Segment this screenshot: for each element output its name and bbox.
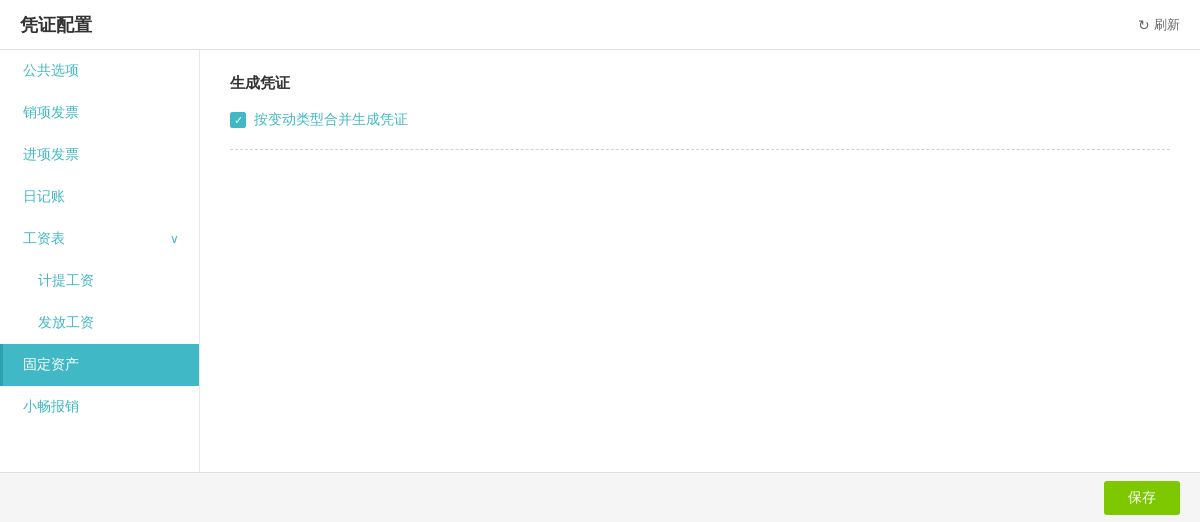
refresh-label: 刷新 — [1154, 16, 1180, 34]
sidebar-item-label: 固定资产 — [23, 356, 79, 374]
sidebar-item-public-options[interactable]: 公共选项 — [0, 50, 199, 92]
sidebar-item-label: 销项发票 — [23, 104, 79, 122]
sidebar-item-commission[interactable]: 计提工资 — [0, 260, 199, 302]
refresh-icon: ↻ — [1138, 17, 1150, 33]
save-button[interactable]: 保存 — [1104, 481, 1180, 515]
sidebar-item-purchase-invoice[interactable]: 进项发票 — [0, 134, 199, 176]
sidebar-item-fixed-assets[interactable]: 固定资产 — [0, 344, 199, 386]
merge-checkbox[interactable]: ✓ — [230, 112, 246, 128]
divider — [230, 149, 1170, 150]
sidebar-item-payroll[interactable]: 工资表 ∨ — [0, 218, 199, 260]
page-header: 凭证配置 ↻ 刷新 — [0, 0, 1200, 50]
sidebar-item-label: 发放工资 — [38, 314, 94, 332]
sidebar-item-expense[interactable]: 小畅报销 — [0, 386, 199, 428]
content-area: 生成凭证 ✓ 按变动类型合并生成凭证 — [200, 50, 1200, 472]
checkbox-row: ✓ 按变动类型合并生成凭证 — [230, 111, 1170, 129]
sidebar-item-label: 公共选项 — [23, 62, 79, 80]
check-mark-icon: ✓ — [234, 115, 243, 126]
sidebar: 公共选项销项发票进项发票日记账工资表 ∨ 计提工资发放工资固定资产小畅报销 — [0, 50, 200, 472]
sidebar-item-label: 计提工资 — [38, 272, 94, 290]
checkbox-label[interactable]: 按变动类型合并生成凭证 — [254, 111, 408, 129]
footer: 保存 — [0, 472, 1200, 522]
sidebar-item-label: 日记账 — [23, 188, 65, 206]
refresh-button[interactable]: ↻ 刷新 — [1138, 16, 1180, 34]
page-title: 凭证配置 — [20, 13, 92, 37]
sidebar-item-label: 小畅报销 — [23, 398, 79, 416]
sidebar-item-label: 进项发票 — [23, 146, 79, 164]
sidebar-item-label: 工资表 — [23, 230, 65, 248]
main-area: 公共选项销项发票进项发票日记账工资表 ∨ 计提工资发放工资固定资产小畅报销 生成凭证… — [0, 50, 1200, 472]
sidebar-item-sales-invoice[interactable]: 销项发票 — [0, 92, 199, 134]
chevron-down-icon: ∨ — [170, 232, 179, 246]
sidebar-item-distribute[interactable]: 发放工资 — [0, 302, 199, 344]
section-title: 生成凭证 — [230, 74, 1170, 93]
sidebar-item-journal[interactable]: 日记账 — [0, 176, 199, 218]
